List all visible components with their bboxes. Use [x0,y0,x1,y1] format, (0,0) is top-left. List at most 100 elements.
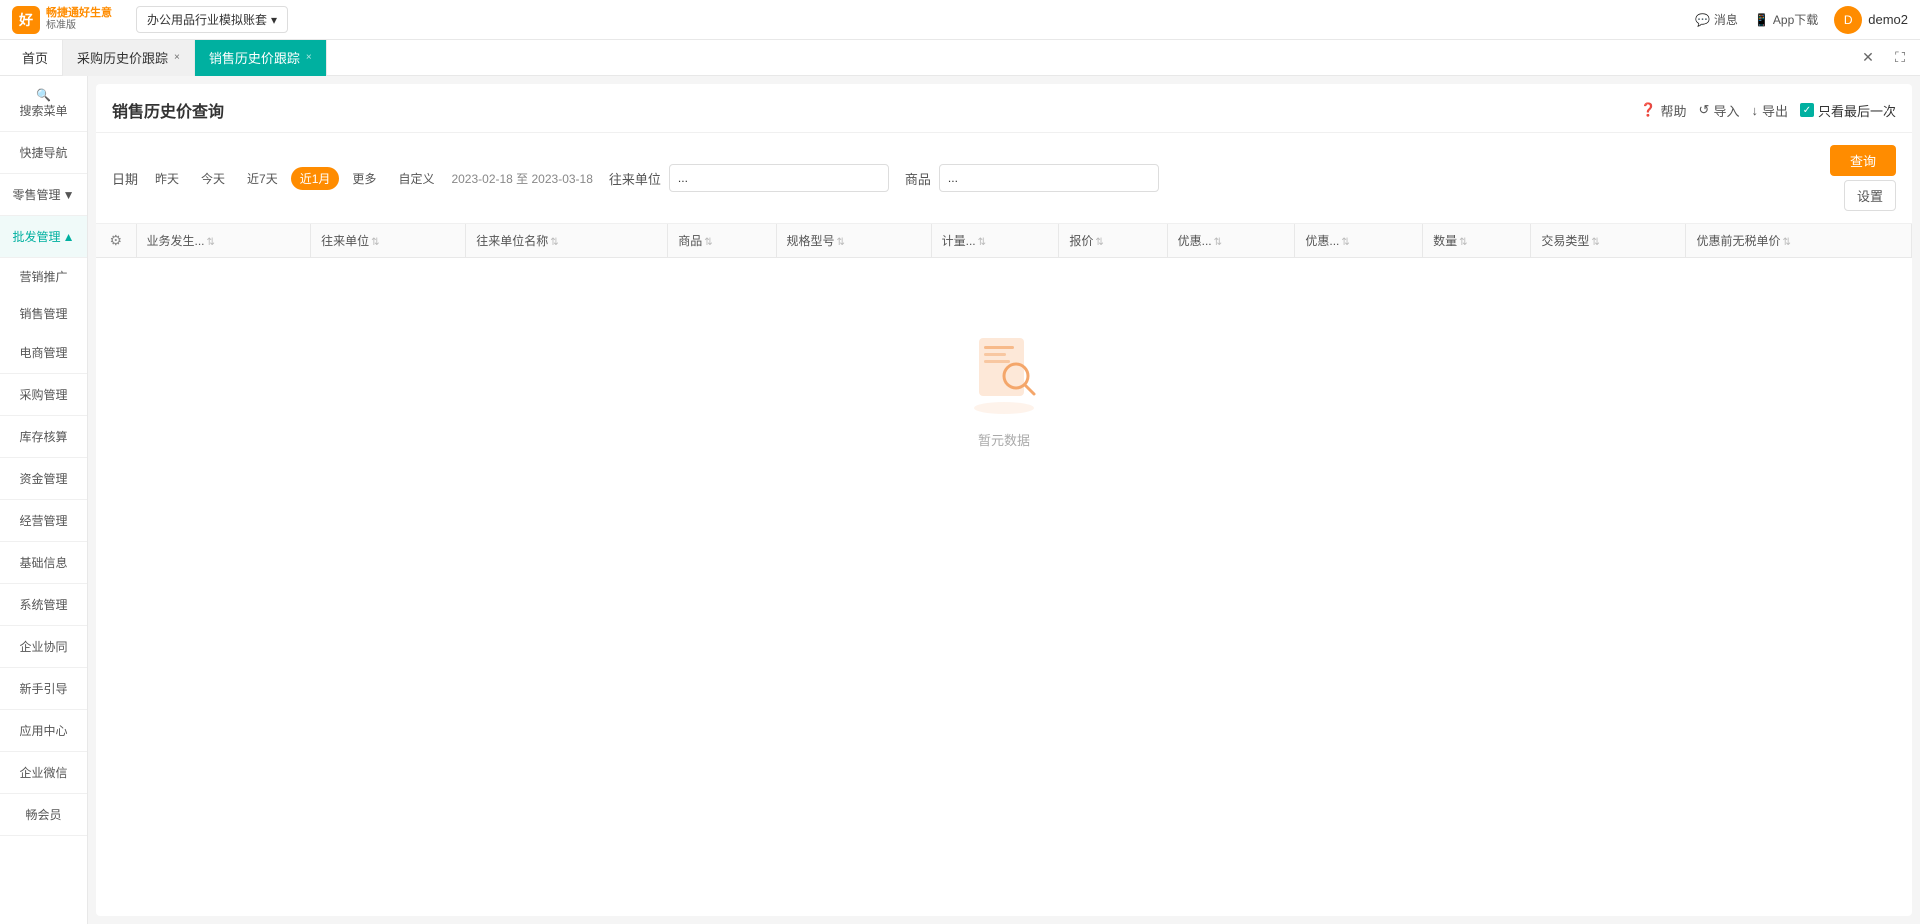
table-container: ⚙ 业务发生...⇅ 往来单位⇅ 往来单位名称⇅ 商品⇅ 规格型号⇅ 计量...… [96,224,1912,916]
sidebar-item-inventory[interactable]: 库存核算 [0,416,87,458]
col-gear[interactable]: ⚙ [96,224,136,258]
col-goods[interactable]: 商品⇅ [668,224,776,258]
sort-icon: ⇅ [704,237,712,248]
col-discount-amount[interactable]: 优惠...⇅ [1295,224,1423,258]
sort-icon: ⇅ [837,237,845,248]
app-download-button[interactable]: 📱 App下载 [1754,11,1818,28]
col-quantity[interactable]: 数量⇅ [1423,224,1531,258]
col-pre-tax-price[interactable]: 优惠前无税单价⇅ [1686,224,1912,258]
empty-illustration [954,318,1054,418]
sidebar-item-finance[interactable]: 资金管理 [0,458,87,500]
date-btn-1month[interactable]: 近1月 [291,167,340,190]
retail-arrow-icon: ▼ [63,188,75,202]
date-btn-custom[interactable]: 自定义 [389,167,443,190]
settings-button[interactable]: 设置 [1844,180,1896,211]
counterpart-input[interactable]: ... [669,164,889,192]
sidebar-item-guide[interactable]: 新手引导 [0,668,87,710]
sidebar-item-member[interactable]: 畅会员 [0,794,87,836]
sidebar-item-basic[interactable]: 基础信息 [0,542,87,584]
sidebar-item-search[interactable]: 🔍 搜索菜单 [0,76,87,132]
sidebar-purchase-label: 采购管理 [19,388,67,402]
only-last-checkbox[interactable]: 只看最后一次 [1800,101,1896,120]
maximize-button[interactable]: ⛶ [1888,46,1912,70]
sidebar-item-operations[interactable]: 经营管理 [0,500,87,542]
search-icon: 🔍 [36,88,51,102]
tab-bar: 首页 采购历史价跟踪 × 销售历史价跟踪 × ✕ ⛶ [0,40,1920,76]
sidebar-item-ecommerce[interactable]: 电商管理 [0,332,87,374]
sidebar-item-quick-nav[interactable]: 快捷导航 [0,132,87,174]
counterpart-label: 往来单位 [609,169,661,188]
counterpart-filter: 往来单位 ... [609,164,889,192]
date-range-text: 2023-02-18 至 2023-03-18 [451,170,592,187]
logo-icon: 好 [12,6,40,34]
tab-home[interactable]: 首页 [8,40,63,76]
counterpart-dots: ... [678,171,688,185]
user-area[interactable]: D demo2 [1834,6,1908,34]
col-biz-date[interactable]: 业务发生...⇅ [136,224,311,258]
sidebar-item-sales[interactable]: 销售管理 [0,295,87,332]
help-button[interactable]: ❓ 帮助 [1640,101,1686,120]
import-label: 导入 [1713,101,1739,120]
filter-row: 日期 昨天 今天 近7天 近1月 更多 自定义 2023-02-18 至 202… [112,145,1896,211]
sidebar: 🔍 搜索菜单 快捷导航 零售管理 ▼ 批发管理 ▲ 营销推广 销售管理 电商管理… [0,76,88,924]
tab-purchase-history[interactable]: 采购历史价跟踪 × [63,40,195,76]
sidebar-operations-label: 经营管理 [19,514,67,528]
sort-icon: ⇅ [1214,237,1222,248]
sidebar-item-marketing[interactable]: 营销推广 [0,258,87,295]
col-unit-label: 计量... [942,234,976,248]
top-bar: 好 畅捷通好生意 标准版 办公用品行业模拟账套 ▾ 💬 消息 📱 App下载 D… [0,0,1920,40]
tab-purchase-history-label: 采购历史价跟踪 [77,48,168,67]
col-discount-amount-label: 优惠... [1305,234,1339,248]
goods-filter: 商品 ... [905,164,1159,192]
col-discount-rate[interactable]: 优惠...⇅ [1167,224,1295,258]
sidebar-item-retail[interactable]: 零售管理 ▼ [0,174,87,216]
close-purchase-tab-icon[interactable]: × [174,52,180,63]
import-icon: ↺ [1699,102,1710,118]
col-quote[interactable]: 报价⇅ [1059,224,1167,258]
sidebar-item-apps[interactable]: 应用中心 [0,710,87,752]
import-button[interactable]: ↺ 导入 [1699,101,1740,120]
col-counterpart-code-label: 往来单位 [321,234,369,248]
sidebar-item-cooperation[interactable]: 企业协同 [0,626,87,668]
message-label: 消息 [1714,11,1738,28]
message-button[interactable]: 💬 消息 [1695,11,1738,28]
col-counterpart-name-label: 往来单位名称 [476,234,548,248]
col-counterpart-name[interactable]: 往来单位名称⇅ [466,224,668,258]
col-trade-type[interactable]: 交易类型⇅ [1531,224,1686,258]
top-bar-right: 💬 消息 📱 App下载 D demo2 [1695,6,1908,34]
date-filter: 日期 昨天 今天 近7天 近1月 更多 自定义 [112,167,443,190]
date-btn-7days[interactable]: 近7天 [238,167,287,190]
col-counterpart-code[interactable]: 往来单位⇅ [311,224,466,258]
col-spec[interactable]: 规格型号⇅ [776,224,931,258]
tab-sales-history[interactable]: 销售历史价跟踪 × [195,40,327,76]
empty-text: 暂元数据 [978,430,1030,449]
sidebar-item-system[interactable]: 系统管理 [0,584,87,626]
company-selector[interactable]: 办公用品行业模拟账套 ▾ [136,6,288,33]
date-btn-yesterday[interactable]: 昨天 [146,167,188,190]
export-icon: ↓ [1751,103,1758,118]
goods-input[interactable]: ... [939,164,1159,192]
logo-line1: 畅捷通好生意 [46,7,112,20]
col-biz-date-label: 业务发生... [147,234,205,248]
close-sales-tab-icon[interactable]: × [306,52,312,63]
empty-svg [954,318,1054,418]
col-unit[interactable]: 计量...⇅ [931,224,1059,258]
goods-label: 商品 [905,169,931,188]
table-head: ⚙ 业务发生...⇅ 往来单位⇅ 往来单位名称⇅ 商品⇅ 规格型号⇅ 计量...… [96,224,1912,258]
page-container: 销售历史价查询 ❓ 帮助 ↺ 导入 ↓ 导出 [96,84,1912,916]
message-icon: 💬 [1695,13,1710,27]
sort-icon: ⇅ [207,237,215,248]
sidebar-item-wholesale[interactable]: 批发管理 ▲ [0,216,87,258]
content-area: 销售历史价查询 ❓ 帮助 ↺ 导入 ↓ 导出 [88,76,1920,924]
export-button[interactable]: ↓ 导出 [1751,101,1788,120]
date-btn-today[interactable]: 今天 [192,167,234,190]
sort-icon: ⇅ [550,237,558,248]
data-table: ⚙ 业务发生...⇅ 往来单位⇅ 往来单位名称⇅ 商品⇅ 规格型号⇅ 计量...… [96,224,1912,258]
query-button[interactable]: 查询 [1830,145,1896,176]
close-all-tabs-button[interactable]: ✕ [1856,46,1880,70]
date-btn-more[interactable]: 更多 [343,167,385,190]
sidebar-item-wechat[interactable]: 企业微信 [0,752,87,794]
empty-state: 暂元数据 [96,258,1912,509]
checkbox-icon [1800,103,1814,117]
sidebar-item-purchase[interactable]: 采购管理 [0,374,87,416]
